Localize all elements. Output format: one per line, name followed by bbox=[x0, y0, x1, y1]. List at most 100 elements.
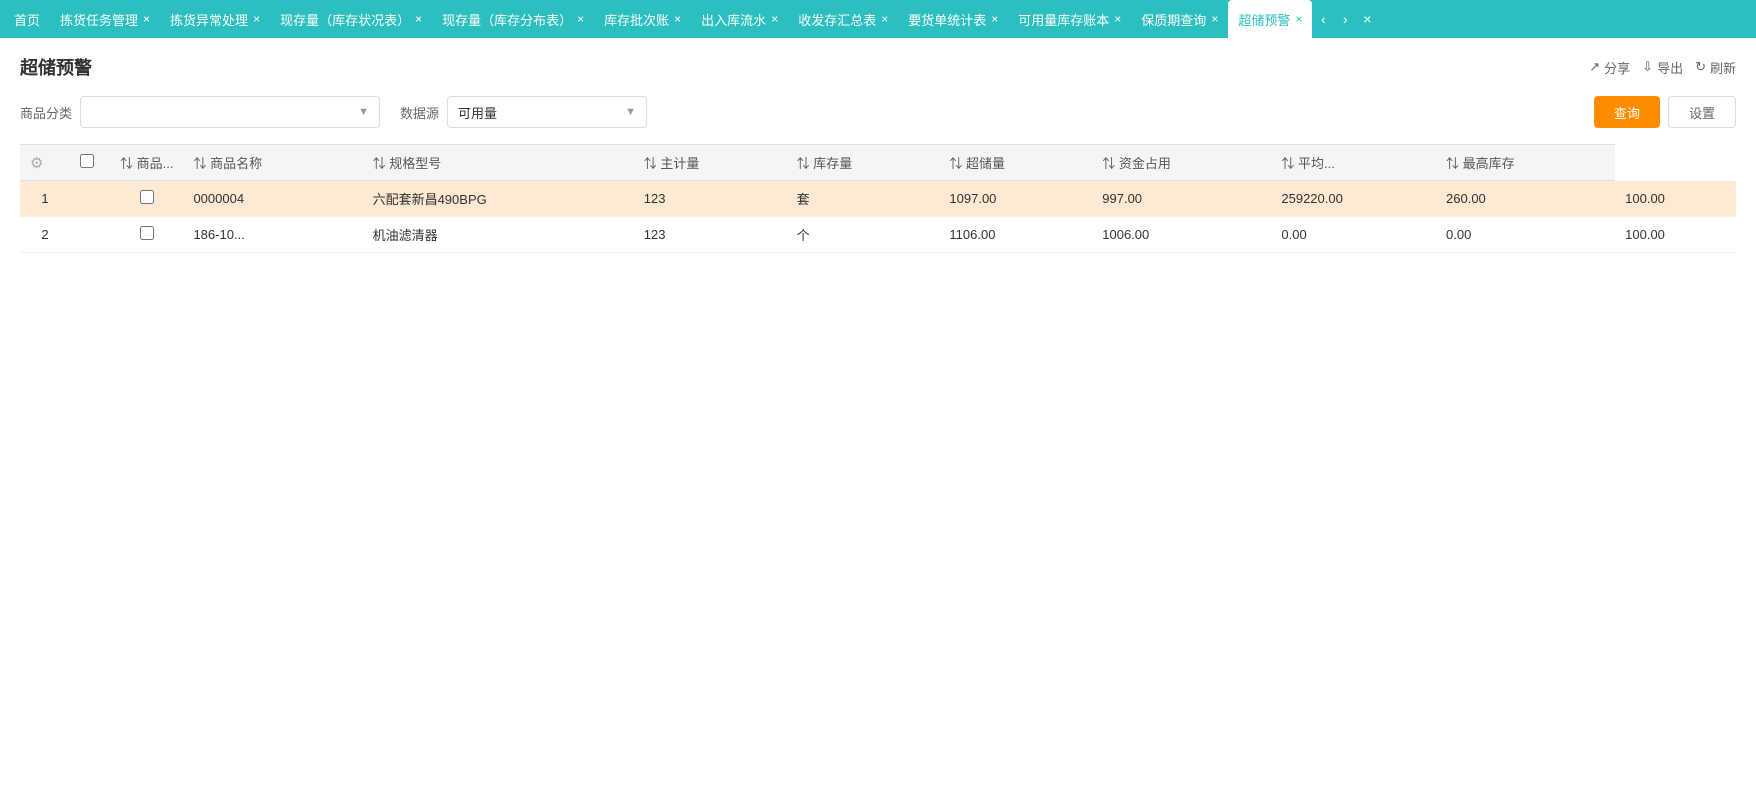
col-header-code: ⇅ 商品... bbox=[110, 145, 183, 181]
page-header: 超储预警 ↗ 分享 ⇩ 导出 ↻ 刷新 bbox=[20, 54, 1736, 80]
col-header-code-label: ⇅ 商品... bbox=[120, 156, 173, 171]
nav-item-home[interactable]: 首页 bbox=[4, 0, 50, 38]
col-header-overstock-label: ⇅ 超储量 bbox=[949, 156, 1005, 171]
row-capital: 259220.00 bbox=[1271, 181, 1436, 217]
data-table: ⚙ ⇅ 商品... ⇅ 商品名称 ⇅ 规格型号 ⇅ 主计量 ⇅ bbox=[20, 144, 1736, 253]
col-header-avg: ⇅ 平均... bbox=[1271, 145, 1436, 181]
close-icon[interactable]: × bbox=[991, 12, 998, 26]
nav-item-stock-status[interactable]: 现存量（库存状况表） × bbox=[270, 0, 432, 38]
row-index: 2 bbox=[20, 217, 70, 253]
close-icon[interactable]: × bbox=[1211, 12, 1218, 26]
datasource-filter-group: 数据源 可用量 ▼ bbox=[400, 96, 647, 128]
row-gear-cell bbox=[70, 181, 110, 217]
nav-item-available[interactable]: 可用量库存账本 × bbox=[1008, 0, 1131, 38]
category-select[interactable]: ▼ bbox=[80, 96, 380, 128]
col-header-capital: ⇅ 资金占用 bbox=[1092, 145, 1271, 181]
nav-close-button[interactable]: × bbox=[1356, 0, 1378, 38]
col-header-spec: ⇅ 规格型号 bbox=[363, 145, 634, 181]
setting-button[interactable]: 设置 bbox=[1668, 96, 1736, 128]
share-icon: ↗ bbox=[1589, 59, 1600, 75]
row-maxstock: 100.00 bbox=[1615, 181, 1736, 217]
table-header-row: ⚙ ⇅ 商品... ⇅ 商品名称 ⇅ 规格型号 ⇅ 主计量 ⇅ bbox=[20, 145, 1736, 181]
nav-item-batch[interactable]: 库存批次账 × bbox=[594, 0, 691, 38]
row-name: 六配套新昌490BPG bbox=[363, 181, 634, 217]
close-icon[interactable]: × bbox=[771, 12, 778, 26]
table-body: 1 0000004 六配套新昌490BPG 123 套 1097.00 997.… bbox=[20, 181, 1736, 253]
col-header-spec-label: ⇅ 规格型号 bbox=[373, 156, 442, 171]
nav-item-summary[interactable]: 收发存汇总表 × bbox=[788, 0, 898, 38]
close-icon[interactable]: × bbox=[253, 12, 260, 26]
datasource-value: 可用量 bbox=[458, 103, 497, 122]
filter-area: 商品分类 ▼ 数据源 可用量 ▼ 查询 设置 bbox=[20, 96, 1736, 128]
header-actions: ↗ 分享 ⇩ 导出 ↻ 刷新 bbox=[1589, 58, 1736, 77]
col-header-unit-label: ⇅ 主计量 bbox=[644, 156, 700, 171]
refresh-button[interactable]: ↻ 刷新 bbox=[1695, 58, 1736, 77]
row-overstock: 1006.00 bbox=[1092, 217, 1271, 253]
close-icon[interactable]: × bbox=[1114, 12, 1121, 26]
col-header-avg-label: ⇅ 平均... bbox=[1281, 156, 1334, 171]
row-spec: 123 bbox=[634, 181, 787, 217]
page-title: 超储预警 bbox=[20, 54, 92, 80]
row-spec: 123 bbox=[634, 217, 787, 253]
nav-next-button[interactable]: › bbox=[1334, 0, 1356, 38]
row-code: 0000004 bbox=[183, 181, 362, 217]
col-header-name: ⇅ 商品名称 bbox=[183, 145, 362, 181]
col-header-maxstock-label: ⇅ 最高库存 bbox=[1446, 156, 1515, 171]
row-avg: 260.00 bbox=[1436, 181, 1615, 217]
export-icon: ⇩ bbox=[1642, 59, 1653, 75]
nav-item-exception[interactable]: 拣货异常处理 × bbox=[160, 0, 270, 38]
row-index: 1 bbox=[20, 181, 70, 217]
col-header-capital-label: ⇅ 资金占用 bbox=[1102, 156, 1171, 171]
close-icon[interactable]: × bbox=[1295, 12, 1302, 26]
table-row: 2 186-10... 机油滤清器 123 个 1106.00 1006.00 … bbox=[20, 217, 1736, 253]
col-header-overstock: ⇅ 超储量 bbox=[939, 145, 1092, 181]
col-header-stock: ⇅ 库存量 bbox=[787, 145, 940, 181]
category-label: 商品分类 bbox=[20, 103, 72, 122]
nav-item-order-stat[interactable]: 要货单统计表 × bbox=[898, 0, 1008, 38]
row-checkbox[interactable] bbox=[140, 190, 154, 204]
nav-item-task[interactable]: 拣货任务管理 × bbox=[50, 0, 160, 38]
nav-item-stock-dist[interactable]: 现存量（库存分布表） × bbox=[432, 0, 594, 38]
row-capital: 0.00 bbox=[1271, 217, 1436, 253]
row-gear-cell bbox=[70, 217, 110, 253]
row-checkbox-cell bbox=[110, 217, 183, 253]
close-icon[interactable]: × bbox=[577, 12, 584, 26]
share-button[interactable]: ↗ 分享 bbox=[1589, 58, 1630, 77]
col-header-stock-label: ⇅ 库存量 bbox=[797, 156, 853, 171]
row-stock: 1106.00 bbox=[939, 217, 1092, 253]
row-code: 186-10... bbox=[183, 217, 362, 253]
top-navigation: 首页 拣货任务管理 × 拣货异常处理 × 现存量（库存状况表） × 现存量（库存… bbox=[0, 0, 1756, 38]
close-icon[interactable]: × bbox=[415, 12, 422, 26]
select-all-checkbox[interactable] bbox=[80, 154, 94, 168]
row-unit: 个 bbox=[787, 217, 940, 253]
datasource-select[interactable]: 可用量 ▼ bbox=[447, 96, 647, 128]
row-name: 机油滤清器 bbox=[363, 217, 634, 253]
nav-prev-button[interactable]: ‹ bbox=[1312, 0, 1334, 38]
close-icon[interactable]: × bbox=[674, 12, 681, 26]
row-stock: 1097.00 bbox=[939, 181, 1092, 217]
col-header-unit: ⇅ 主计量 bbox=[634, 145, 787, 181]
page-content: 超储预警 ↗ 分享 ⇩ 导出 ↻ 刷新 商品分类 ▼ 数据源 bbox=[0, 38, 1756, 269]
table-row: 1 0000004 六配套新昌490BPG 123 套 1097.00 997.… bbox=[20, 181, 1736, 217]
nav-item-expiry[interactable]: 保质期查询 × bbox=[1131, 0, 1228, 38]
col-header-maxstock: ⇅ 最高库存 bbox=[1436, 145, 1615, 181]
row-checkbox-cell bbox=[110, 181, 183, 217]
checkbox-column-header bbox=[70, 145, 110, 181]
chevron-down-icon: ▼ bbox=[625, 106, 636, 118]
export-button[interactable]: ⇩ 导出 bbox=[1642, 58, 1683, 77]
col-header-name-label: ⇅ 商品名称 bbox=[193, 156, 262, 171]
nav-item-inout[interactable]: 出入库流水 × bbox=[691, 0, 788, 38]
close-icon[interactable]: × bbox=[143, 12, 150, 26]
gear-icon[interactable]: ⚙ bbox=[30, 155, 43, 172]
chevron-down-icon: ▼ bbox=[358, 106, 369, 118]
close-icon[interactable]: × bbox=[881, 12, 888, 26]
gear-column-header: ⚙ bbox=[20, 145, 70, 181]
row-unit: 套 bbox=[787, 181, 940, 217]
row-avg: 0.00 bbox=[1436, 217, 1615, 253]
row-checkbox[interactable] bbox=[140, 226, 154, 240]
query-button[interactable]: 查询 bbox=[1594, 96, 1660, 128]
nav-item-overstock[interactable]: 超储预警 × bbox=[1228, 0, 1312, 38]
refresh-icon: ↻ bbox=[1695, 59, 1706, 75]
category-filter-group: 商品分类 ▼ bbox=[20, 96, 380, 128]
filter-buttons: 查询 设置 bbox=[1594, 96, 1736, 128]
